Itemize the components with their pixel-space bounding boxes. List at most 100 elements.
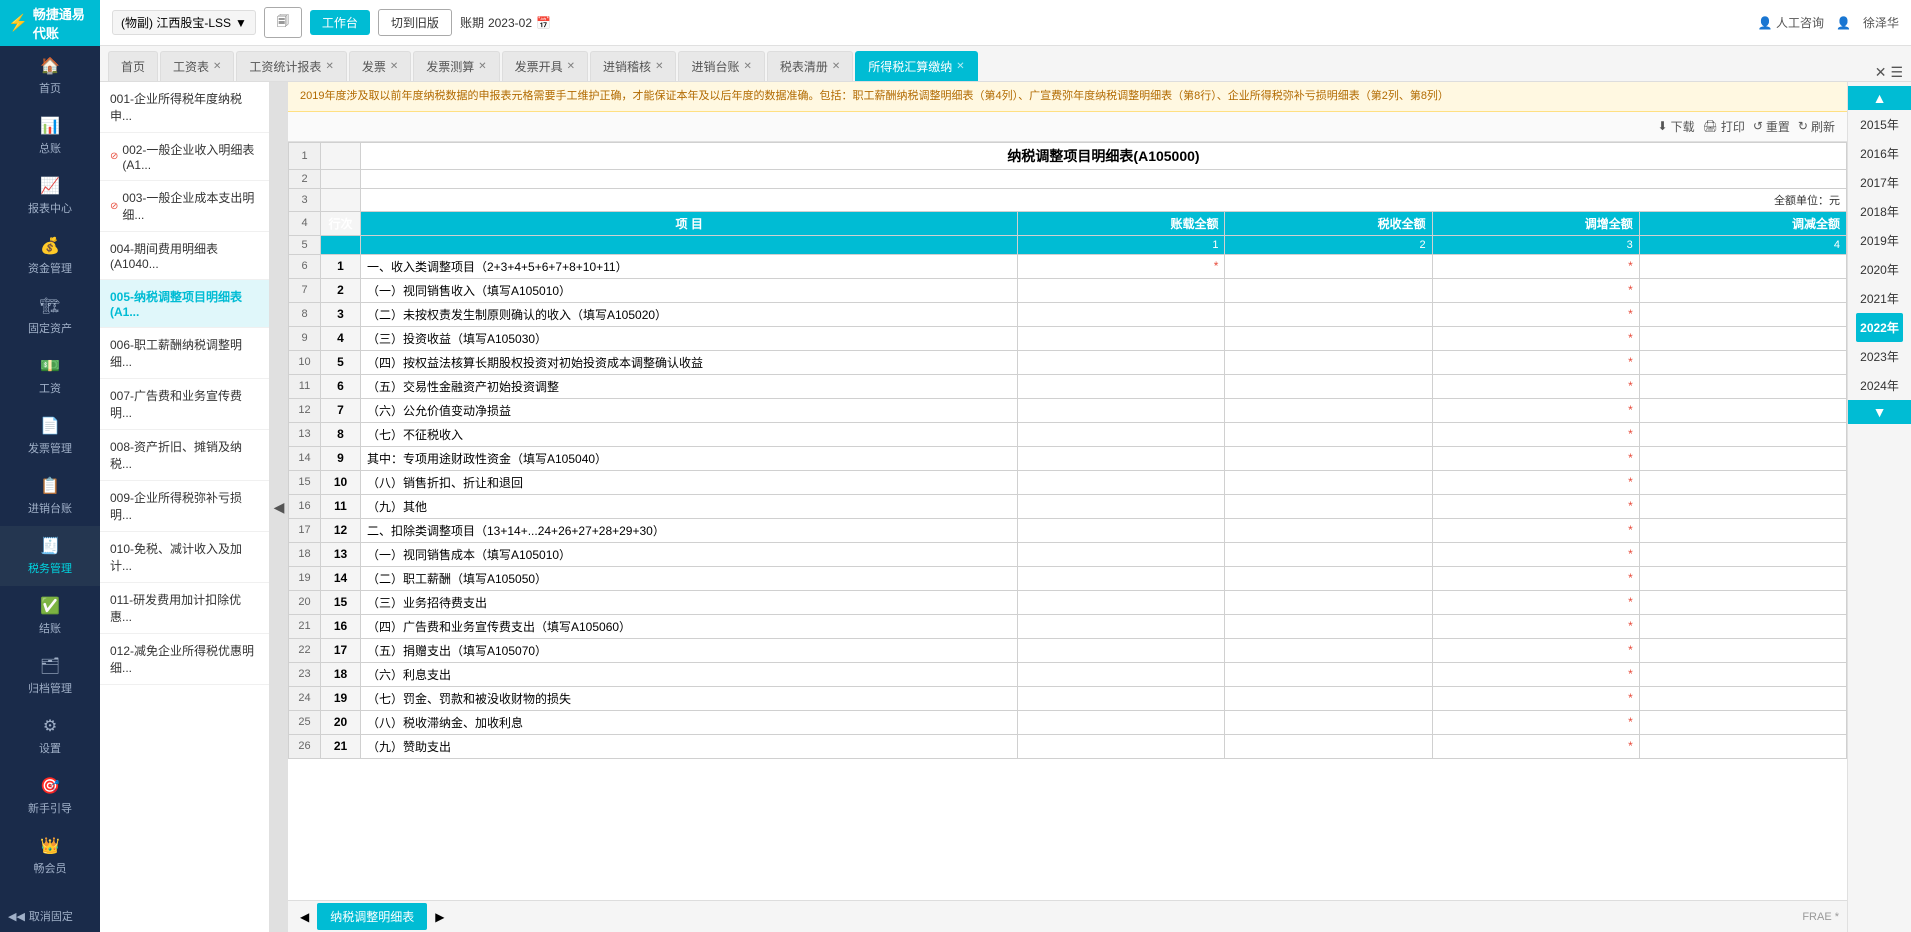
col4-cell[interactable] <box>1639 374 1846 398</box>
sub-nav-item-5[interactable]: 006-职工薪酬纳税调整明细... <box>100 328 269 379</box>
sub-nav-item-11[interactable]: 012-减免企业所得税优惠明细... <box>100 634 269 685</box>
sidebar-item-9[interactable]: ✅结账 <box>0 586 100 646</box>
reset-btn[interactable]: ↺ 重置 <box>1753 118 1790 135</box>
year-item-0[interactable]: 2015年 <box>1856 110 1903 139</box>
col4-cell[interactable] <box>1639 734 1846 758</box>
col1-cell[interactable] <box>1018 494 1225 518</box>
tab-7[interactable]: 进销台账✕ <box>678 51 764 81</box>
tab-6[interactable]: 进销稽核✕ <box>590 51 676 81</box>
project-cell[interactable]: （九）赞助支出 <box>361 734 1018 758</box>
year-item-5[interactable]: 2020年 <box>1856 255 1903 284</box>
col2-cell[interactable] <box>1225 614 1432 638</box>
sub-nav-item-4[interactable]: 005-纳税调整项目明细表(A1... <box>100 280 269 328</box>
project-cell[interactable]: （七）不征税收入 <box>361 422 1018 446</box>
tab-close-7[interactable]: ✕ <box>743 61 751 72</box>
col3-cell[interactable]: * <box>1432 278 1639 302</box>
project-cell[interactable]: 一、收入类调整项目（2+3+4+5+6+7+8+10+11） <box>361 254 1018 278</box>
col3-cell[interactable]: * <box>1432 470 1639 494</box>
close-tab-btn[interactable]: ✕ <box>1875 64 1887 81</box>
year-item-7[interactable]: 2022年 <box>1856 313 1903 342</box>
year-item-2[interactable]: 2017年 <box>1856 168 1903 197</box>
col2-cell[interactable] <box>1225 734 1432 758</box>
col3-cell[interactable]: * <box>1432 446 1639 470</box>
col2-cell[interactable] <box>1225 302 1432 326</box>
sub-nav-item-1[interactable]: ⊘002-一般企业收入明细表(A1... <box>100 133 269 181</box>
year-item-9[interactable]: 2024年 <box>1856 371 1903 400</box>
col2-cell[interactable] <box>1225 446 1432 470</box>
sidebar-item-13[interactable]: 👑畅会员 <box>0 826 100 886</box>
col3-cell[interactable]: * <box>1432 374 1639 398</box>
project-cell[interactable]: （四）按权益法核算长期股权投资对初始投资成本调整确认收益 <box>361 350 1018 374</box>
tab-close-3[interactable]: ✕ <box>390 61 398 72</box>
col3-cell[interactable]: * <box>1432 662 1639 686</box>
tab-4[interactable]: 发票测算✕ <box>413 51 499 81</box>
tab-close-1[interactable]: ✕ <box>213 61 221 72</box>
refresh-btn[interactable]: ↻ 刷新 <box>1798 118 1835 135</box>
col2-cell[interactable] <box>1225 326 1432 350</box>
project-cell[interactable]: （三）业务招待费支出 <box>361 590 1018 614</box>
year-item-1[interactable]: 2016年 <box>1856 139 1903 168</box>
project-cell[interactable]: （八）销售折扣、折让和退回 <box>361 470 1018 494</box>
year-nav-down-btn[interactable]: ▼ <box>1848 400 1911 424</box>
col3-cell[interactable]: * <box>1432 710 1639 734</box>
tab-2[interactable]: 工资统计报表✕ <box>236 51 346 81</box>
col2-cell[interactable] <box>1225 398 1432 422</box>
col1-cell[interactable] <box>1018 518 1225 542</box>
year-item-6[interactable]: 2021年 <box>1856 284 1903 313</box>
sub-nav-item-7[interactable]: 008-资产折旧、摊销及纳税... <box>100 430 269 481</box>
col1-cell[interactable] <box>1018 614 1225 638</box>
sidebar-item-2[interactable]: 📈报表中心 <box>0 166 100 226</box>
col4-cell[interactable] <box>1639 542 1846 566</box>
col3-cell[interactable]: * <box>1432 398 1639 422</box>
col1-cell[interactable] <box>1018 566 1225 590</box>
col1-cell[interactable] <box>1018 326 1225 350</box>
project-cell[interactable]: 二、扣除类调整项目（13+14+...24+26+27+28+29+30） <box>361 518 1018 542</box>
sidebar-item-1[interactable]: 📊总账 <box>0 106 100 166</box>
tab-0[interactable]: 首页 <box>108 51 158 81</box>
menu-tab-btn[interactable]: ☰ <box>1890 64 1903 81</box>
col4-cell[interactable] <box>1639 686 1846 710</box>
col4-cell[interactable] <box>1639 638 1846 662</box>
scroll-left-btn[interactable]: ◀ <box>296 910 313 924</box>
sidebar-item-11[interactable]: ⚙设置 <box>0 706 100 766</box>
sub-nav-item-3[interactable]: 004-期间费用明细表(A1040... <box>100 232 269 280</box>
col2-cell[interactable] <box>1225 254 1432 278</box>
col1-cell[interactable] <box>1018 734 1225 758</box>
col1-cell[interactable] <box>1018 710 1225 734</box>
sidebar-item-3[interactable]: 💰资金管理 <box>0 226 100 286</box>
user-name[interactable]: 徐泽华 <box>1863 14 1899 31</box>
year-item-4[interactable]: 2019年 <box>1856 226 1903 255</box>
tab-3[interactable]: 发票✕ <box>349 51 411 81</box>
col2-cell[interactable] <box>1225 542 1432 566</box>
scroll-right-btn[interactable]: ▶ <box>431 910 448 924</box>
col3-cell[interactable]: * <box>1432 326 1639 350</box>
col2-cell[interactable] <box>1225 470 1432 494</box>
col1-cell[interactable] <box>1018 470 1225 494</box>
col2-cell[interactable] <box>1225 710 1432 734</box>
company-selector[interactable]: (物副) 江西股宝-LSS ▼ <box>112 10 256 35</box>
col4-cell[interactable] <box>1639 302 1846 326</box>
col3-cell[interactable]: * <box>1432 254 1639 278</box>
col4-cell[interactable] <box>1639 254 1846 278</box>
project-cell[interactable]: （六）公允价值变动净损益 <box>361 398 1018 422</box>
col4-cell[interactable] <box>1639 326 1846 350</box>
sidebar-item-7[interactable]: 📋进销台账 <box>0 466 100 526</box>
tab-close-2[interactable]: ✕ <box>325 61 333 72</box>
sidebar-item-12[interactable]: 🎯新手引导 <box>0 766 100 826</box>
sidebar-item-0[interactable]: 🏠首页 <box>0 46 100 106</box>
col2-cell[interactable] <box>1225 590 1432 614</box>
year-item-3[interactable]: 2018年 <box>1856 197 1903 226</box>
project-cell[interactable]: （四）广告费和业务宣传费支出（填写A105060） <box>361 614 1018 638</box>
col1-cell[interactable] <box>1018 422 1225 446</box>
sub-nav-item-2[interactable]: ⊘003-一般企业成本支出明细... <box>100 181 269 232</box>
project-cell[interactable]: （二）职工薪酬（填写A105050） <box>361 566 1018 590</box>
workbench-btn[interactable]: 工作台 <box>310 10 370 35</box>
col1-cell[interactable] <box>1018 350 1225 374</box>
project-cell[interactable]: 其中：专项用途财政性资金（填写A105040） <box>361 446 1018 470</box>
project-cell[interactable]: （九）其他 <box>361 494 1018 518</box>
col3-cell[interactable]: * <box>1432 350 1639 374</box>
project-cell[interactable]: （三）投资收益（填写A105030） <box>361 326 1018 350</box>
project-cell[interactable]: （七）罚金、罚款和被没收财物的损失 <box>361 686 1018 710</box>
col4-cell[interactable] <box>1639 614 1846 638</box>
project-cell[interactable]: （一）视同销售收入（填写A105010） <box>361 278 1018 302</box>
